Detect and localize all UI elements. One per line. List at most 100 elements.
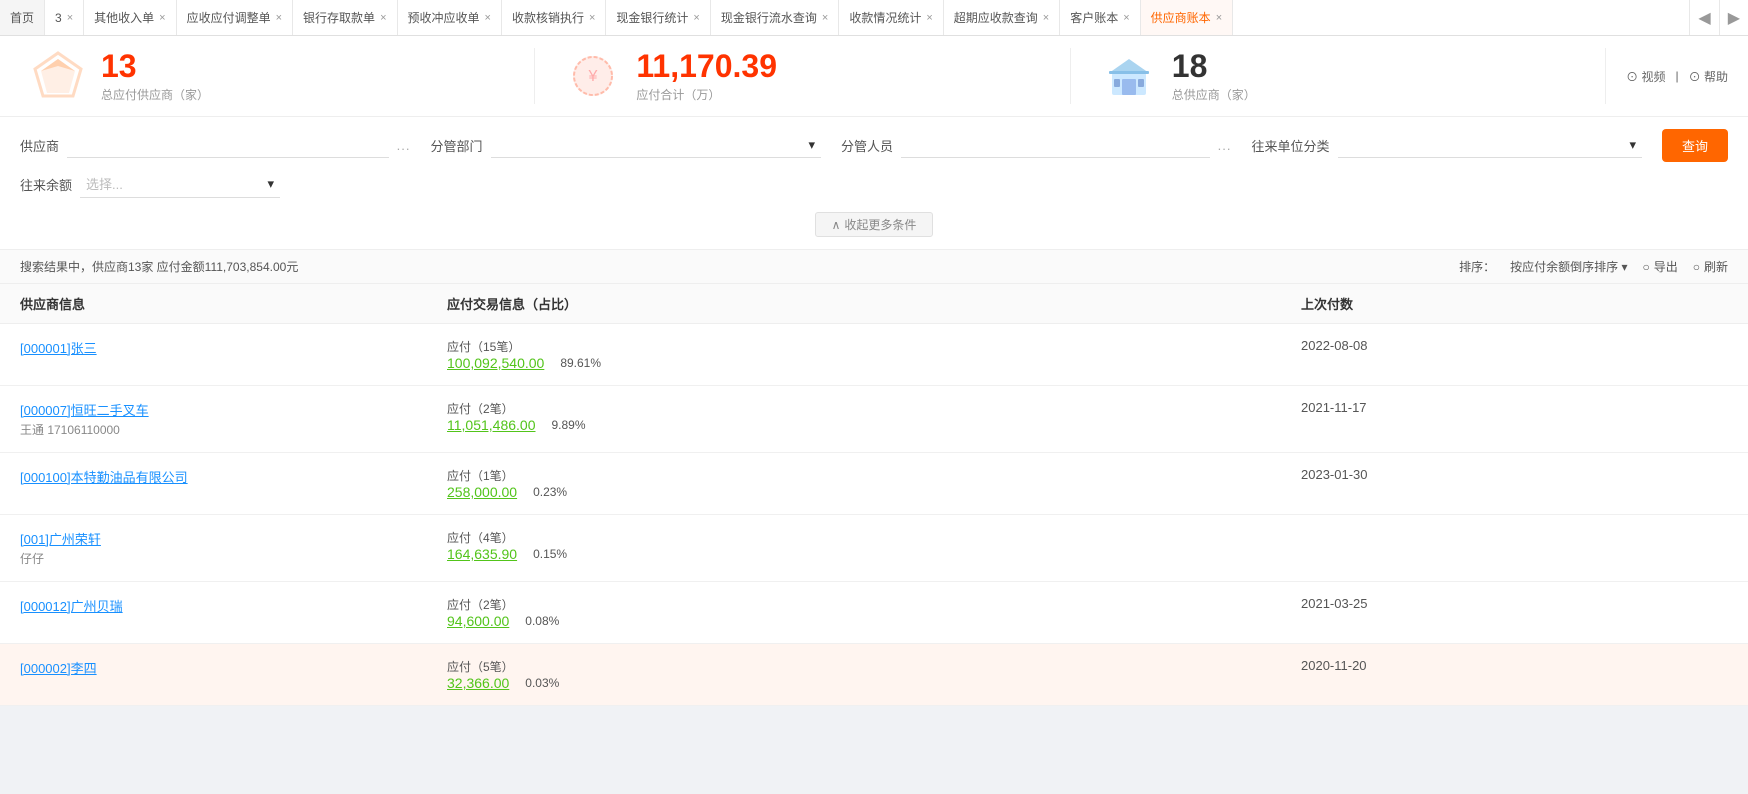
nav-collection-stat[interactable]: 收款情况统计 × [839,0,943,35]
stat-payable-suppliers-label: 总应付供应商（家） [101,86,209,103]
nav-customer-account-label: 客户账本 [1070,9,1118,26]
tx-row-4: 94,600.00 0.08% [447,613,1301,629]
supplier-link-3[interactable]: [001]广州荣轩 [20,532,101,547]
tx-info-2: 应付（1笔） 258,000.00 0.23% [447,467,1301,500]
sort-value[interactable]: 按应付余额倒序排序 ▾ [1510,258,1627,275]
stat-payable-total: ¥ 11,170.39 应付合计（万） [535,48,1070,104]
nav-customer-account-close[interactable]: × [1123,12,1129,24]
table-row: [000001]张三 应付（15笔） 100,092,540.00 89.61%… [0,324,1748,386]
tx-percent-5: 0.03% [525,676,559,690]
nav-bank-deposit-label: 银行存取款单 [303,9,375,26]
filter-balance-label: 往来余额 [20,175,72,194]
filter-dept: 分管部门 ▾ [431,133,822,158]
filter-supplier-input[interactable] [67,134,389,158]
tx-info-0: 应付（15笔） 100,092,540.00 89.61% [447,338,1301,371]
filter-balance-select[interactable]: 选择... ▾ [80,170,280,198]
filter-category-label: 往来单位分类 [1252,136,1330,155]
nav-other-income[interactable]: 其他收入单 × [84,0,176,35]
tx-label-1: 应付（2笔） [447,400,1301,417]
nav-arrow-left[interactable]: ◀ [1689,0,1718,35]
nav-cash-bank-stat-label: 现金银行统计 [616,9,688,26]
filter-category-select[interactable]: ▾ [1338,133,1642,158]
nav-advance-close[interactable]: × [485,12,491,24]
nav-advance[interactable]: 预收冲应收单 × [398,0,502,35]
supplier-info-5: [000002]李四 [20,658,447,677]
export-button[interactable]: ○ 导出 [1642,258,1677,275]
supplier-link-5[interactable]: [000002]李四 [20,661,97,676]
stat-total-suppliers-number: 18 [1172,50,1256,82]
tx-row-3: 164,635.90 0.15% [447,546,1301,562]
stat-payable-suppliers-number: 13 [101,50,209,82]
tx-amount-2[interactable]: 258,000.00 [447,484,517,500]
supplier-link-1[interactable]: [000007]恒旺二手叉车 [20,403,149,418]
nav-cash-bank-stat-close[interactable]: × [693,12,699,24]
diamond-icon [30,48,86,104]
col-header-lastpay: 上次付数 [1301,294,1728,313]
nav-bank-deposit[interactable]: 银行存取款单 × [293,0,397,35]
stat-total-suppliers-text: 18 总供应商（家） [1172,50,1256,103]
tx-info-5: 应付（5笔） 32,366.00 0.03% [447,658,1301,691]
stat-payable-total-text: 11,170.39 应付合计（万） [636,50,777,103]
supplier-link-4[interactable]: [000012]广州贝瑞 [20,599,123,614]
supplier-info-0: [000001]张三 [20,338,447,357]
nav-other-income-close[interactable]: × [159,12,165,24]
nav-collection-close[interactable]: × [589,12,595,24]
filter-balance: 往来余额 选择... ▾ [20,170,280,198]
stat-total-suppliers: 18 总供应商（家） [1071,48,1606,104]
tx-row-1: 11,051,486.00 9.89% [447,417,1301,433]
tx-percent-4: 0.08% [525,614,559,628]
last-pay-1: 2021-11-17 [1301,400,1728,415]
nav-overdue-close[interactable]: × [1043,12,1049,24]
video-link[interactable]: ⊙ 视频 [1626,68,1665,85]
table-row: [001]广州荣轩 仔仔 应付（4笔） 164,635.90 0.15% [0,515,1748,582]
nav-supplier-account[interactable]: 供应商账本 × [1141,0,1233,35]
filter-balance-placeholder: 选择... [86,174,123,193]
search-button[interactable]: 查询 [1662,129,1728,162]
table-row: [000100]本特勤油品有限公司 应付（1笔） 258,000.00 0.23… [0,453,1748,515]
filter-person-label: 分管人员 [841,136,893,155]
filter-supplier-dots[interactable]: ... [397,138,411,153]
supplier-sub-3: 仔仔 [20,550,447,567]
tx-info-1: 应付（2笔） 11,051,486.00 9.89% [447,400,1301,433]
chevron-down-icon-3: ▾ [267,176,274,192]
filter-area: 供应商 ... 分管部门 ▾ 分管人员 ... 往来单位分类 ▾ 查询 [0,117,1748,250]
help-link[interactable]: ⊙ 帮助 [1689,68,1728,85]
nav-cash-bank-flow[interactable]: 现金银行流水查询 × [711,0,839,35]
nav-cash-bank-flow-close[interactable]: × [822,12,828,24]
nav-arrow-right[interactable]: ▶ [1719,0,1748,35]
nav-cash-bank-stat[interactable]: 现金银行统计 × [606,0,710,35]
filter-category: 往来单位分类 ▾ [1252,133,1643,158]
nav-overdue[interactable]: 超期应收款查询 × [944,0,1060,35]
tx-info-3: 应付（4笔） 164,635.90 0.15% [447,529,1301,562]
tx-row-2: 258,000.00 0.23% [447,484,1301,500]
last-pay-5: 2020-11-20 [1301,658,1728,673]
filter-dept-select[interactable]: ▾ [491,133,821,158]
supplier-link-2[interactable]: [000100]本特勤油品有限公司 [20,470,188,485]
nav-tab-3[interactable]: 3 × [45,0,84,35]
tx-amount-5[interactable]: 32,366.00 [447,675,509,691]
filter-person-dots[interactable]: ... [1218,138,1232,153]
tx-info-4: 应付（2笔） 94,600.00 0.08% [447,596,1301,629]
tx-amount-4[interactable]: 94,600.00 [447,613,509,629]
nav-ap-adjust[interactable]: 应收应付调整单 × [177,0,293,35]
nav-home[interactable]: 首页 [0,0,45,35]
filter-person-input[interactable] [901,134,1210,158]
last-pay-4: 2021-03-25 [1301,596,1728,611]
tx-amount-1[interactable]: 11,051,486.00 [447,417,536,433]
refresh-button[interactable]: ○ 刷新 [1693,258,1728,275]
export-icon: ○ [1642,260,1649,274]
table-row: [000007]恒旺二手叉车 王通 17106110000 应付（2笔） 11,… [0,386,1748,453]
nav-collection[interactable]: 收款核销执行 × [502,0,606,35]
col-header-supplier: 供应商信息 [20,294,447,313]
chevron-up-icon: ∧ [832,218,841,232]
nav-bank-deposit-close[interactable]: × [380,12,386,24]
nav-collection-stat-close[interactable]: × [926,12,932,24]
tx-amount-3[interactable]: 164,635.90 [447,546,517,562]
nav-tab-3-close[interactable]: × [67,12,73,24]
nav-ap-adjust-close[interactable]: × [276,12,282,24]
tx-amount-0[interactable]: 100,092,540.00 [447,355,544,371]
nav-supplier-account-close[interactable]: × [1216,12,1222,24]
supplier-link-0[interactable]: [000001]张三 [20,341,97,356]
nav-customer-account[interactable]: 客户账本 × [1060,0,1140,35]
collapse-button[interactable]: ∧ 收起更多条件 [815,212,934,237]
